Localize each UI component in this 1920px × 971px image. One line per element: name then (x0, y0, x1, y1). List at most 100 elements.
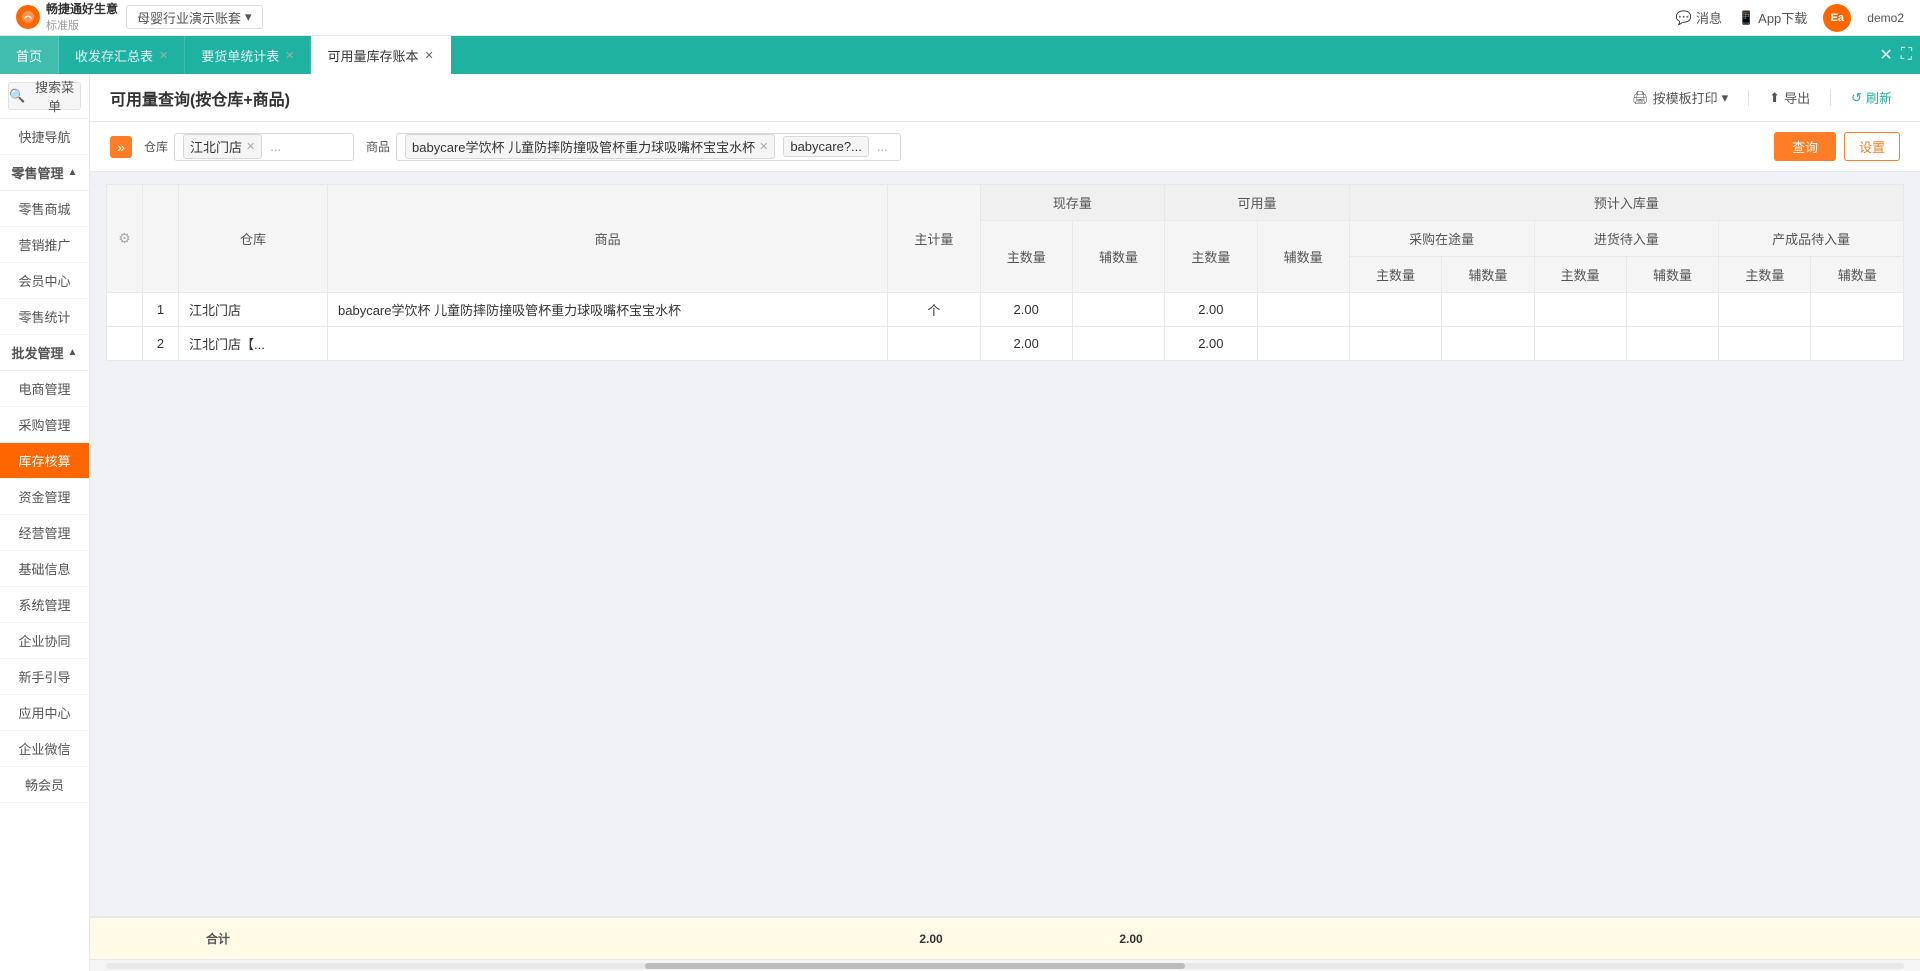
nav-close-btn[interactable]: ✕ (1879, 45, 1892, 65)
sidebar-item-basics[interactable]: 基础信息 (0, 551, 89, 587)
warehouse-input[interactable]: 江北门店 ✕ ... (174, 133, 354, 161)
table-scroll-bar[interactable] (90, 959, 1920, 971)
col-avail-sub-header: 辅数量 (1257, 221, 1349, 293)
filter-row: » 仓库 江北门店 ✕ ... 商品 babycare学饮杯 儿童防摔防撞吸管杯… (90, 122, 1920, 172)
sidebar-item-retail-mall[interactable]: 零售商城 (0, 191, 89, 227)
message-btn[interactable]: 💬 消息 (1676, 8, 1722, 27)
row-warehouse: 江北门店【... (179, 327, 328, 361)
logo-text: 畅捷通好生意 (46, 2, 118, 16)
row-stock-sub (1072, 327, 1164, 361)
row-stock-main: 2.00 (980, 327, 1072, 361)
row-purchase-main (1349, 327, 1441, 361)
search-menu-btn[interactable]: 🔍 搜索菜单 (8, 82, 81, 110)
row-stock-sub (1072, 293, 1164, 327)
col-prod-sub-header: 辅数量 (1811, 257, 1904, 293)
sidebar-item-finance[interactable]: 资金管理 (0, 479, 89, 515)
row-prod-sub (1811, 327, 1904, 361)
col-incoming-subgroup: 进货待入量 (1534, 221, 1719, 257)
col-avail-main-header: 主数量 (1165, 221, 1257, 293)
warehouse-tag-remove[interactable]: ✕ (246, 140, 255, 153)
retail-arrow: ▲ (68, 167, 78, 178)
row-no: 2 (143, 327, 179, 361)
sidebar-item-appcenter[interactable]: 应用中心 (0, 695, 89, 731)
top-bar-right: 💬 消息 📱 App下载 Ea demo2 (1676, 4, 1904, 32)
row-product: babycare学饮杯 儿童防摔防撞吸管杯重力球吸嘴杯宝宝水杯 (328, 293, 888, 327)
sidebar-section-retail[interactable]: 零售管理 ▲ (0, 155, 89, 191)
footer-stock-main: 2.00 (881, 928, 981, 950)
sidebar-item-marketing[interactable]: 营销推广 (0, 227, 89, 263)
row-prod-main (1719, 327, 1811, 361)
data-table: ⚙ 仓库 商品 主计量 现存量 可用量 预计入库量 主数量 辅数量 主数量 (106, 184, 1904, 361)
sidebar-item-enterprise[interactable]: 企业协同 (0, 623, 89, 659)
row-unit (888, 327, 980, 361)
row-purchase-sub (1442, 327, 1534, 361)
col-prod-main-header: 主数量 (1719, 257, 1811, 293)
sidebar-item-enterprise-wechat[interactable]: 企业微信 (0, 731, 89, 767)
table-settings-icon[interactable]: ⚙ (118, 230, 131, 246)
sidebar-item-ecommerce[interactable]: 电商管理 (0, 371, 89, 407)
template-print-btn[interactable]: 🖨 按模板打印 ▾ (1624, 84, 1736, 111)
sidebar-item-retail-stats[interactable]: 零售统计 (0, 299, 89, 335)
refresh-btn[interactable]: ↺ 刷新 (1843, 84, 1900, 111)
tab-available-stock[interactable]: 可用量库存账本 ✕ (311, 36, 450, 74)
row-in-main (1534, 327, 1626, 361)
sidebar-item-quick-nav[interactable]: 快捷导航 (0, 119, 89, 155)
row-in-main (1534, 293, 1626, 327)
scroll-thumb[interactable] (645, 963, 1184, 969)
page-actions: 🖨 按模板打印 ▾ ⬆ 导出 ↺ 刷新 (1624, 84, 1900, 111)
row-warehouse: 江北门店 (179, 293, 328, 327)
industry-selector[interactable]: 母婴行业演示账套 ▾ (126, 5, 263, 29)
table-container: ⚙ 仓库 商品 主计量 现存量 可用量 预计入库量 主数量 辅数量 主数量 (90, 172, 1920, 916)
sidebar-item-purchase[interactable]: 采购管理 (0, 407, 89, 443)
avatar[interactable]: Ea (1823, 4, 1851, 32)
col-incoming-group-header: 预计入库量 (1349, 185, 1903, 221)
filter-expand-btn[interactable]: » (110, 136, 132, 158)
sidebar-item-system[interactable]: 系统管理 (0, 587, 89, 623)
warehouse-dots[interactable]: ... (266, 139, 285, 154)
row-settings (107, 327, 143, 361)
user-name[interactable]: demo2 (1867, 11, 1904, 25)
row-in-sub (1626, 327, 1718, 361)
sidebar-item-newbie[interactable]: 新手引导 (0, 659, 89, 695)
logo-subtext: 标准版 (46, 17, 118, 33)
app-download-btn[interactable]: 📱 App下载 (1738, 8, 1807, 27)
product-tag-1-remove[interactable]: ✕ (759, 140, 768, 153)
export-btn[interactable]: ⬆ 导出 (1761, 84, 1818, 111)
tab-close-available-stock[interactable]: ✕ (425, 49, 434, 62)
col-in-sub-header: 辅数量 (1626, 257, 1718, 293)
sidebar-item-vip[interactable]: 畅会员 (0, 767, 89, 803)
settings-button[interactable]: 设置 (1844, 132, 1900, 161)
sidebar-item-operations[interactable]: 经营管理 (0, 515, 89, 551)
product-input[interactable]: babycare学饮杯 儿童防摔防撞吸管杯重力球吸嘴杯宝宝水杯 ✕ babyca… (396, 133, 901, 161)
logo-area: 畅捷通好生意 标准版 (16, 2, 118, 32)
row-avail-main: 2.00 (1165, 327, 1257, 361)
row-prod-main (1719, 293, 1811, 327)
sidebar-section-wholesale[interactable]: 批发管理 ▲ (0, 335, 89, 371)
product-dots[interactable]: ... (873, 139, 892, 154)
sidebar-item-inventory[interactable]: 库存核算 (0, 443, 89, 479)
product-tag-2: babycare?... (783, 136, 869, 157)
query-button[interactable]: 查询 (1774, 132, 1836, 161)
sidebar-search-area: 🔍 搜索菜单 (0, 74, 89, 119)
footer-stock-sub (981, 935, 1081, 943)
product-filter-group: 商品 babycare学饮杯 儿童防摔防撞吸管杯重力球吸嘴杯宝宝水杯 ✕ bab… (366, 133, 901, 161)
footer-row: 合计 2.00 2.00 (90, 916, 1920, 959)
col-unit-header: 主计量 (888, 185, 980, 293)
nav-tabs: 首页 收发存汇总表 ✕ 要货单统计表 ✕ 可用量库存账本 ✕ ✕ ⛶ (0, 36, 1920, 74)
filter-actions: 查询 设置 (1774, 132, 1900, 161)
col-product-header: 商品 (328, 185, 888, 293)
wholesale-arrow: ▲ (68, 347, 78, 358)
nav-expand-btn[interactable]: ⛶ (1901, 46, 1912, 64)
sidebar-item-member[interactable]: 会员中心 (0, 263, 89, 299)
tab-receive-summary[interactable]: 收发存汇总表 ✕ (59, 36, 185, 74)
logo-icon (16, 5, 40, 29)
row-settings (107, 293, 143, 327)
tab-close-receive-summary[interactable]: ✕ (159, 49, 168, 62)
tab-close-order-stats[interactable]: ✕ (285, 49, 294, 62)
tab-home[interactable]: 首页 (0, 36, 59, 74)
tab-order-stats[interactable]: 要货单统计表 ✕ (185, 36, 311, 74)
col-stock-main-header: 主数量 (980, 221, 1072, 293)
col-purchase-sub-header: 辅数量 (1442, 257, 1534, 293)
col-purchase-subgroup: 采购在途量 (1349, 221, 1534, 257)
col-stock-group-header: 现存量 (980, 185, 1165, 221)
